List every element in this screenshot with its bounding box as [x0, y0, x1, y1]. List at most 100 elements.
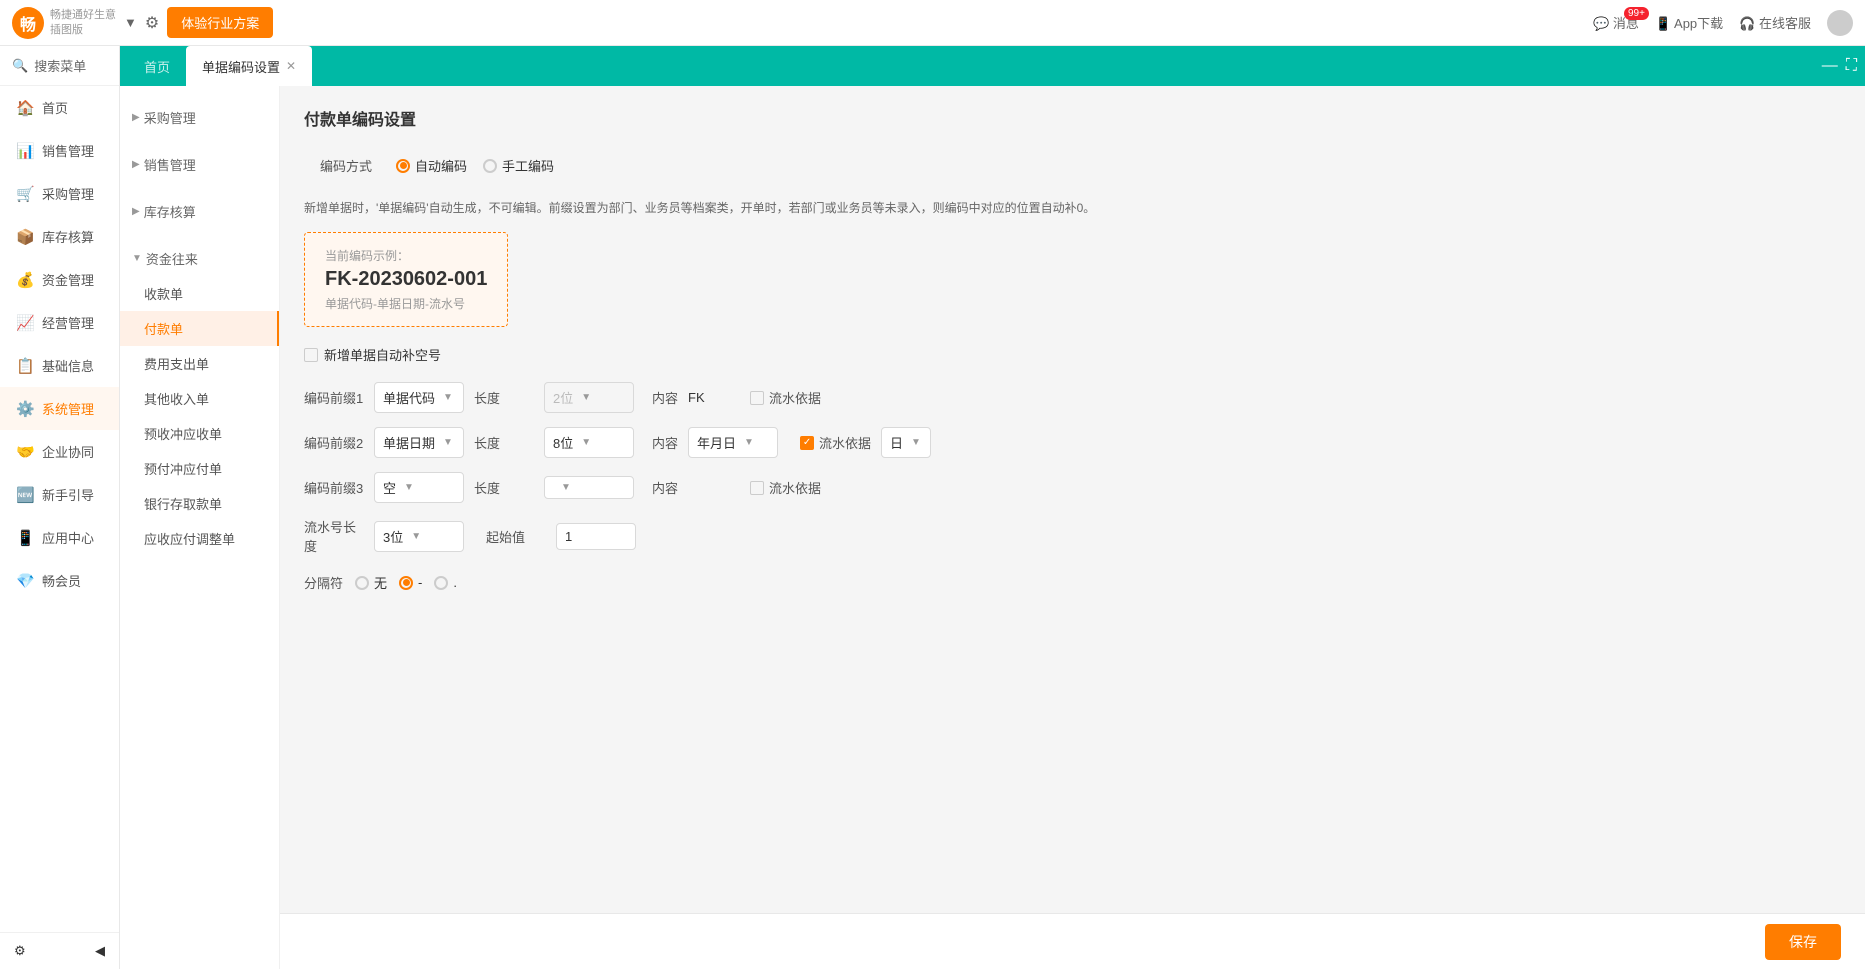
user-area[interactable] [1827, 10, 1853, 36]
waterflow3-check[interactable]: 流水依据 [750, 478, 821, 497]
content2-select[interactable]: 年月日 ▼ [688, 427, 778, 458]
nav-dropdown[interactable]: ▼ [124, 15, 137, 30]
settings-icon[interactable]: ⚙ [145, 13, 159, 33]
sidebar-item-member[interactable]: 💎 畅会员 [0, 559, 119, 602]
prefix2-arrow-icon: ▼ [443, 437, 453, 448]
main: 首页 单据编码设置 ✕ — ⛶ ▶ 采购管理 ▶ 销售管理 [120, 46, 1865, 969]
length2-arrow-icon: ▼ [581, 437, 591, 448]
sidebar-item-label: 经营管理 [42, 313, 94, 332]
sidebar-item-operations[interactable]: 📈 经营管理 [0, 301, 119, 344]
submenu-item-other-income[interactable]: 其他收入单 [120, 381, 279, 416]
tab-home[interactable]: 首页 [128, 46, 186, 86]
submenu-item-adjust[interactable]: 应收应付调整单 [120, 521, 279, 556]
divider-label: 分隔符 [304, 573, 343, 592]
search-menu[interactable]: 🔍 搜索菜单 [0, 46, 119, 86]
radio-manual-circle [483, 159, 497, 173]
prefix2-select[interactable]: 单据日期 ▼ [374, 427, 464, 458]
submenu-item-prepay-receivable[interactable]: 预收冲应收单 [120, 416, 279, 451]
serial-length-select[interactable]: 3位 ▼ [374, 521, 464, 552]
msg-icon: 💬 [1593, 16, 1609, 31]
divider-dash-radio[interactable]: - [399, 575, 422, 590]
radio-manual[interactable]: 手工编码 [483, 156, 554, 175]
content2-value: 年月日 [697, 433, 736, 452]
start-value-input[interactable] [556, 523, 636, 550]
divider-dot-radio[interactable]: . [434, 575, 457, 590]
submenu-group-inventory: ▶ 库存核算 [120, 188, 279, 235]
divider-none-circle [355, 576, 369, 590]
length2-label: 长度 [474, 433, 534, 452]
save-button[interactable]: 保存 [1765, 924, 1841, 960]
submenu-group-sales: ▶ 销售管理 [120, 141, 279, 188]
sidebar-item-app[interactable]: 📱 应用中心 [0, 516, 119, 559]
length3-select[interactable]: ▼ [544, 476, 634, 499]
serial-length-label: 流水号长度 [304, 517, 364, 555]
logo-icon: 畅 [12, 7, 44, 39]
submenu-inventory[interactable]: ▶ 库存核算 [120, 194, 279, 229]
sidebar-item-newbie[interactable]: 🆕 新手引导 [0, 473, 119, 516]
submenu-item-receipt[interactable]: 收款单 [120, 276, 279, 311]
sidebar: 🔍 搜索菜单 🏠 首页 📊 销售管理 🛒 采购管理 📦 库存核算 💰 资金管理 … [0, 46, 120, 969]
length2-select[interactable]: 8位 ▼ [544, 427, 634, 458]
sidebar-item-inventory[interactable]: 📦 库存核算 [0, 215, 119, 258]
preview-box: 当前编码示例： FK-20230602-001 单据代码-单据日期-流水号 [304, 232, 508, 327]
period2-select[interactable]: 日 ▼ [881, 427, 931, 458]
divider-dot-label: . [453, 575, 457, 590]
base-icon: 📋 [16, 357, 34, 375]
preview-code: FK-20230602-001 [325, 268, 487, 291]
sidebar-item-base[interactable]: 📋 基础信息 [0, 344, 119, 387]
submenu-item-expense[interactable]: 费用支出单 [120, 346, 279, 381]
sidebar-item-enterprise[interactable]: 🤝 企业协同 [0, 430, 119, 473]
auto-fill-checkbox[interactable] [304, 348, 318, 362]
submenu-sales[interactable]: ▶ 销售管理 [120, 147, 279, 182]
sidebar-settings-icon[interactable]: ⚙ [14, 943, 26, 959]
prefix1-select[interactable]: 单据代码 ▼ [374, 382, 464, 413]
length1-select: 2位 ▼ [544, 382, 634, 413]
radio-auto[interactable]: 自动编码 [396, 156, 467, 175]
divider-row: 分隔符 无 - . [304, 573, 1841, 592]
inventory-icon: 📦 [16, 228, 34, 246]
sidebar-item-sales[interactable]: 📊 销售管理 [0, 129, 119, 172]
app-download-btn[interactable]: 📱 App下载 [1655, 13, 1723, 32]
divider-none-radio[interactable]: 无 [355, 573, 387, 592]
topbar-right: 💬 消息 99+ 📱 App下载 🎧 在线客服 [1593, 10, 1853, 36]
search-icon: 🔍 [12, 58, 28, 74]
avatar [1827, 10, 1853, 36]
submenu-sales-label: 销售管理 [144, 155, 196, 174]
submenu-item-payment[interactable]: 付款单 [120, 311, 279, 346]
sidebar-collapse-icon[interactable]: ◀ [95, 943, 105, 959]
tab-close-icon[interactable]: ✕ [286, 59, 296, 73]
sidebar-item-label: 企业协同 [42, 442, 94, 461]
radio-manual-label: 手工编码 [502, 156, 554, 175]
industry-btn[interactable]: 体验行业方案 [167, 7, 273, 38]
sidebar-item-home[interactable]: 🏠 首页 [0, 86, 119, 129]
service-label: 在线客服 [1759, 16, 1811, 31]
prefix3-select[interactable]: 空 ▼ [374, 472, 464, 503]
form-title: 付款单编码设置 [304, 106, 1841, 130]
app-icon: 📱 [1655, 16, 1671, 31]
system-icon: ⚙️ [16, 400, 34, 418]
sidebar-item-label: 基础信息 [42, 356, 94, 375]
message-btn[interactable]: 💬 消息 99+ [1593, 13, 1639, 32]
newbie-icon: 🆕 [16, 486, 34, 504]
sidebar-item-system[interactable]: ⚙️ 系统管理 [0, 387, 119, 430]
service-icon: 🎧 [1739, 16, 1755, 31]
submenu-item-prepay-payable[interactable]: 预付冲应付单 [120, 451, 279, 486]
submenu-purchase[interactable]: ▶ 采购管理 [120, 100, 279, 135]
service-btn[interactable]: 🎧 在线客服 [1739, 13, 1811, 32]
waterflow1-check[interactable]: 流水依据 [750, 388, 821, 407]
submenu-inventory-label: 库存核算 [144, 202, 196, 221]
sidebar-item-finance[interactable]: 💰 资金管理 [0, 258, 119, 301]
tab-encode-setting[interactable]: 单据编码设置 ✕ [186, 46, 312, 86]
waterflow1-label: 流水依据 [769, 388, 821, 407]
waterflow2-check[interactable]: ✓ 流水依据 [800, 433, 871, 452]
member-icon: 💎 [16, 572, 34, 590]
submenu-item-bank[interactable]: 银行存取款单 [120, 486, 279, 521]
divider-none-label: 无 [374, 573, 387, 592]
submenu-capital[interactable]: ▼ 资金往来 [120, 241, 279, 276]
submenu-group-purchase: ▶ 采购管理 [120, 94, 279, 141]
tab-minimize-icon[interactable]: — [1822, 57, 1838, 75]
sidebar-item-purchase[interactable]: 🛒 采购管理 [0, 172, 119, 215]
waterflow3-label: 流水依据 [769, 478, 821, 497]
tab-maximize-icon[interactable]: ⛶ [1846, 57, 1857, 75]
topbar-left: 畅 畅捷通好生意 插图版 ▼ ⚙ 体验行业方案 [12, 7, 273, 39]
